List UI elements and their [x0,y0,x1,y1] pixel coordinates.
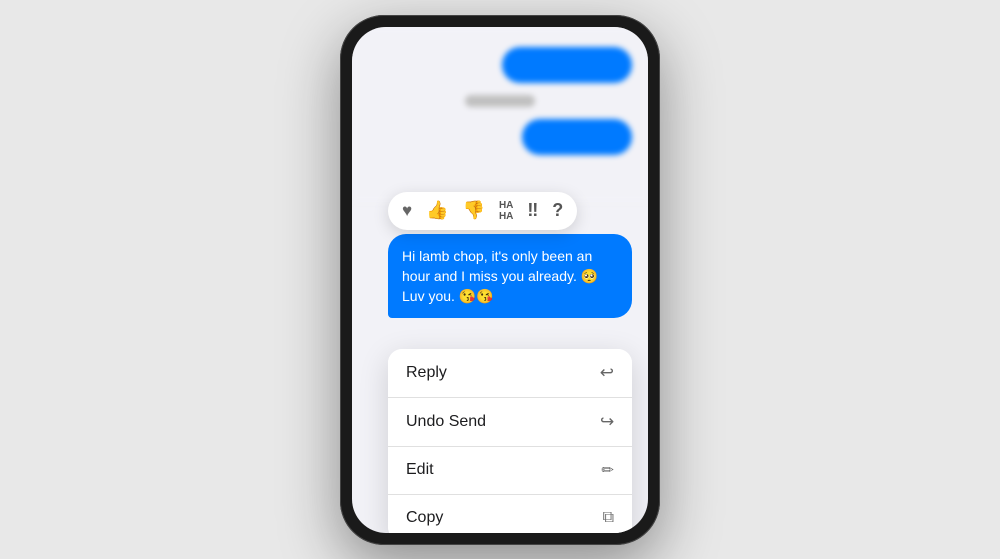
blurred-messages-area [352,27,648,202]
reaction-thumbsdown[interactable]: 👎 [463,200,485,221]
blurred-bubble-1 [502,47,632,83]
reaction-haha[interactable]: HAHA [499,200,513,222]
menu-item-copy[interactable]: Copy [388,495,632,533]
menu-item-undo-send[interactable]: Undo Send [388,398,632,447]
reaction-thumbsup[interactable]: 👍 [426,200,448,221]
blurred-bubble-2 [522,119,632,155]
phone-frame: ♥ 👍 👎 HAHA ‼ ? Hi lamb chop, it's only b… [340,15,660,545]
reaction-bar: ♥ 👍 👎 HAHA ‼ ? [388,192,577,230]
undo-icon [600,412,614,432]
blurred-time [465,95,535,107]
menu-item-edit-label: Edit [406,461,434,479]
edit-icon [601,461,614,480]
reply-icon [600,363,614,383]
copy-icon [603,509,614,527]
menu-item-edit[interactable]: Edit [388,447,632,495]
phone-screen: ♥ 👍 👎 HAHA ‼ ? Hi lamb chop, it's only b… [352,27,648,533]
context-menu: Reply Undo Send Edit Copy [388,349,632,533]
menu-item-copy-label: Copy [406,509,443,527]
reaction-heart[interactable]: ♥ [402,201,412,221]
message-bubble: Hi lamb chop, it's only been an hour and… [388,234,632,319]
reaction-question[interactable]: ? [552,200,563,221]
menu-item-reply[interactable]: Reply [388,349,632,398]
reaction-emphasize[interactable]: ‼ [527,200,538,221]
message-text: Hi lamb chop, it's only been an hour and… [402,248,598,305]
menu-item-reply-label: Reply [406,364,447,382]
menu-item-undo-label: Undo Send [406,413,486,431]
